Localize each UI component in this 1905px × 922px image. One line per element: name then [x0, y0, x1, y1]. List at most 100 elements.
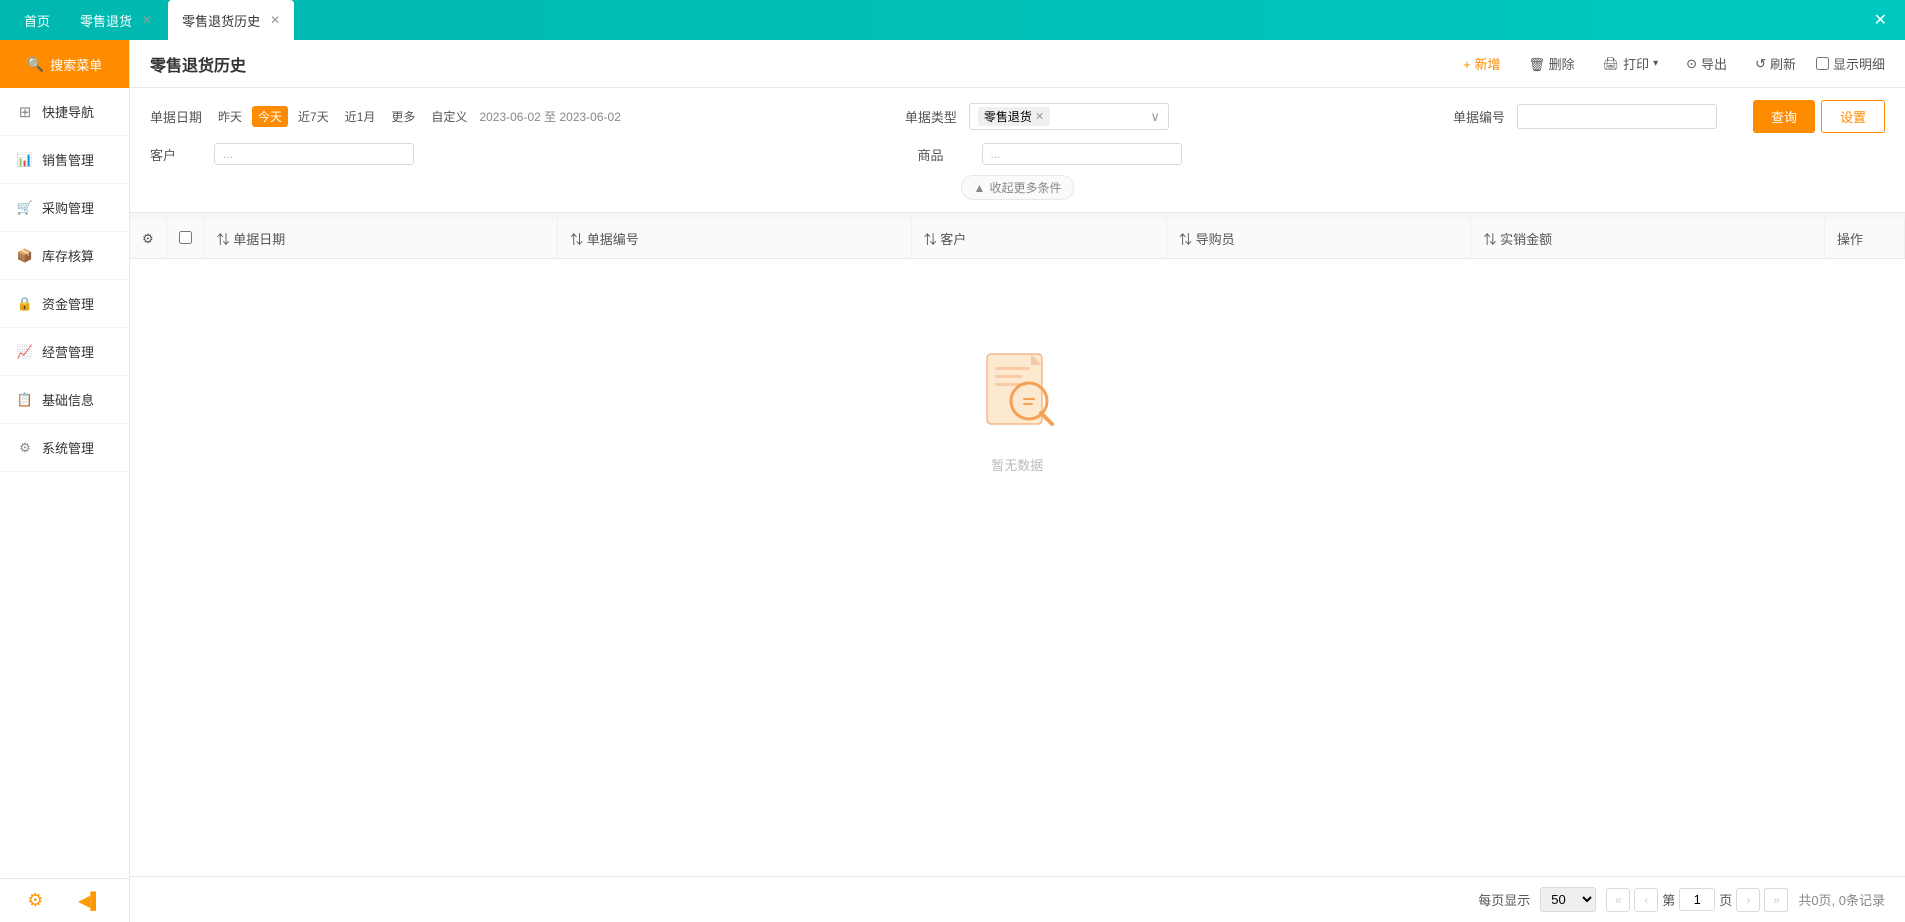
- type-filter-tag-value: 零售退货: [984, 108, 1032, 125]
- window-close-button[interactable]: ✕: [1866, 10, 1895, 30]
- date-btn-last-month[interactable]: 近1月: [339, 106, 382, 127]
- sidebar-search-label: 搜索菜单: [50, 55, 102, 74]
- delete-button[interactable]: 🗑 删除: [1520, 50, 1582, 77]
- per-page-select[interactable]: 10 20 50 100: [1540, 887, 1596, 912]
- header-actions: + 新增 🗑 删除 🖨 打印 ▾ ⊙ 导出 ↺ 刷新 显示明细: [1455, 50, 1885, 77]
- show-detail-checkbox-label[interactable]: 显示明细: [1816, 54, 1885, 73]
- first-page-button[interactable]: «: [1606, 888, 1630, 912]
- date-btn-today[interactable]: 今天: [252, 106, 288, 127]
- th-date-label: ⇅ 单据日期: [217, 232, 286, 247]
- collapse-bar: ▲ 收起更多条件: [150, 175, 1885, 200]
- th-guide-label: ⇅ 导购员: [1179, 232, 1235, 247]
- table-body: 暂无数据: [130, 259, 1905, 555]
- sidebar-item-sales-mgmt[interactable]: 📊 销售管理: [0, 136, 129, 184]
- prev-page-button[interactable]: ‹: [1634, 888, 1658, 912]
- settings-button[interactable]: 设置: [1821, 100, 1885, 133]
- basic-info-icon: 📋: [16, 391, 34, 409]
- sidebar-item-purchase-mgmt[interactable]: 🛒 采购管理: [0, 184, 129, 232]
- sidebar-item-finance-label: 资金管理: [42, 294, 94, 313]
- type-filter-label: 单据类型: [905, 107, 961, 126]
- search-icon: 🔍: [27, 56, 44, 73]
- th-ops-label: 操作: [1837, 232, 1863, 247]
- sidebar-item-sales-label: 销售管理: [42, 150, 94, 169]
- collapse-icon: ▲: [974, 181, 986, 195]
- show-detail-checkbox[interactable]: [1816, 57, 1829, 70]
- tab-retail-return[interactable]: 零售退货 ✕: [66, 0, 166, 40]
- date-btn-more[interactable]: 更多: [385, 106, 421, 127]
- customer-ellipsis: ...: [223, 147, 233, 161]
- th-amount[interactable]: ⇅ 实销金额: [1471, 219, 1825, 259]
- page-suffix-label: 页: [1719, 890, 1732, 909]
- number-filter-input[interactable]: [1517, 104, 1717, 129]
- export-button[interactable]: ⊙ 导出: [1678, 50, 1735, 77]
- customer-filter-item: 客户 ...: [150, 143, 414, 165]
- date-btn-yesterday[interactable]: 昨天: [212, 106, 248, 127]
- filter-row-2: 客户 ... 商品 ...: [150, 143, 1885, 165]
- sidebar-item-inventory-label: 库存核算: [42, 246, 94, 265]
- tab-home-label: 首页: [24, 11, 50, 30]
- sidebar-settings-icon[interactable]: ⚙: [27, 890, 43, 911]
- collapse-label: 收起更多条件: [989, 179, 1061, 196]
- sidebar-item-finance[interactable]: 🔒 资金管理: [0, 280, 129, 328]
- th-customer[interactable]: ⇅ 客户: [911, 219, 1166, 259]
- pagination-total: 共0页, 0条记录: [1798, 890, 1885, 909]
- th-guide[interactable]: ⇅ 导购员: [1167, 219, 1471, 259]
- sidebar-item-system-label: 系统管理: [42, 438, 94, 457]
- type-filter-select[interactable]: 零售退货 ✕ ∨: [969, 103, 1169, 130]
- goods-ellipsis: ...: [991, 147, 1001, 161]
- sidebar-item-operations-label: 经营管理: [42, 342, 94, 361]
- date-filter-item: 单据日期 昨天 今天 近7天 近1月 更多 自定义 2023-06-02 至 2…: [150, 106, 621, 127]
- empty-state-icon: [967, 339, 1067, 439]
- print-button[interactable]: 🖨 打印 ▾: [1595, 50, 1667, 77]
- page-prefix-label: 第: [1662, 890, 1675, 909]
- number-filter-item: 单据编号: [1453, 104, 1717, 129]
- goods-filter-label: 商品: [918, 145, 974, 164]
- page-title: 零售退货历史: [150, 52, 246, 76]
- customer-filter-input[interactable]: ...: [214, 143, 414, 165]
- show-detail-label: 显示明细: [1833, 54, 1885, 73]
- type-filter-tag: 零售退货 ✕: [978, 107, 1050, 126]
- next-page-button[interactable]: ›: [1736, 888, 1760, 912]
- tab-retail-return-history-close[interactable]: ✕: [270, 13, 280, 27]
- tab-retail-return-history[interactable]: 零售退货历史 ✕: [168, 0, 294, 40]
- print-icon: 🖨: [1603, 56, 1620, 72]
- purchase-icon: 🛒: [16, 199, 34, 217]
- column-settings-icon[interactable]: ⚙: [142, 231, 154, 246]
- query-button[interactable]: 查询: [1753, 100, 1815, 133]
- date-btn-custom[interactable]: 自定义: [425, 106, 473, 127]
- last-page-button[interactable]: »: [1764, 888, 1788, 912]
- sidebar-bottom: ⚙ ◀▌: [0, 878, 129, 922]
- tab-retail-return-label: 零售退货: [80, 11, 132, 30]
- th-number[interactable]: ⇅ 单据编号: [558, 219, 912, 259]
- select-all-checkbox[interactable]: [179, 231, 192, 244]
- sidebar-item-inventory[interactable]: 📦 库存核算: [0, 232, 129, 280]
- filter-row-1: 单据日期 昨天 今天 近7天 近1月 更多 自定义 2023-06-02 至 2…: [150, 100, 1885, 133]
- th-customer-label: ⇅ 客户: [924, 232, 967, 247]
- tab-list: 首页 零售退货 ✕ 零售退货历史 ✕: [10, 0, 1866, 40]
- sidebar-item-quick-nav[interactable]: ⊞ 快捷导航: [0, 88, 129, 136]
- top-bar: 首页 零售退货 ✕ 零售退货历史 ✕ ✕: [0, 0, 1905, 40]
- tab-home[interactable]: 首页: [10, 0, 64, 40]
- collapse-button[interactable]: ▲ 收起更多条件: [961, 175, 1075, 200]
- sidebar-item-basic-info[interactable]: 📋 基础信息: [0, 376, 129, 424]
- page-number-input[interactable]: [1679, 888, 1715, 911]
- per-page-label: 每页显示: [1478, 890, 1530, 909]
- content-area: 零售退货历史 + 新增 🗑 删除 🖨 打印 ▾ ⊙ 导出 ↺ 刷新: [130, 40, 1905, 922]
- sidebar-search[interactable]: 🔍 搜索菜单: [0, 40, 129, 88]
- goods-filter-input[interactable]: ...: [982, 143, 1182, 165]
- refresh-button[interactable]: ↺ 刷新: [1747, 50, 1804, 77]
- type-filter-tag-remove[interactable]: ✕: [1035, 110, 1044, 123]
- pagination-nav: « ‹ 第 页 › »: [1606, 888, 1788, 912]
- inventory-icon: 📦: [16, 247, 34, 265]
- add-button[interactable]: + 新增: [1455, 50, 1508, 77]
- date-btn-last7[interactable]: 近7天: [292, 106, 335, 127]
- sidebar-sound-icon[interactable]: ◀▌: [78, 891, 102, 911]
- sidebar-item-basic-info-label: 基础信息: [42, 390, 94, 409]
- system-icon: ⚙: [16, 439, 34, 457]
- th-number-label: ⇅ 单据编号: [570, 232, 639, 247]
- operations-icon: 📈: [16, 343, 34, 361]
- sidebar-item-system[interactable]: ⚙ 系统管理: [0, 424, 129, 472]
- tab-retail-return-close[interactable]: ✕: [142, 13, 152, 27]
- sidebar-item-operations[interactable]: 📈 经营管理: [0, 328, 129, 376]
- th-date[interactable]: ⇅ 单据日期: [204, 219, 558, 259]
